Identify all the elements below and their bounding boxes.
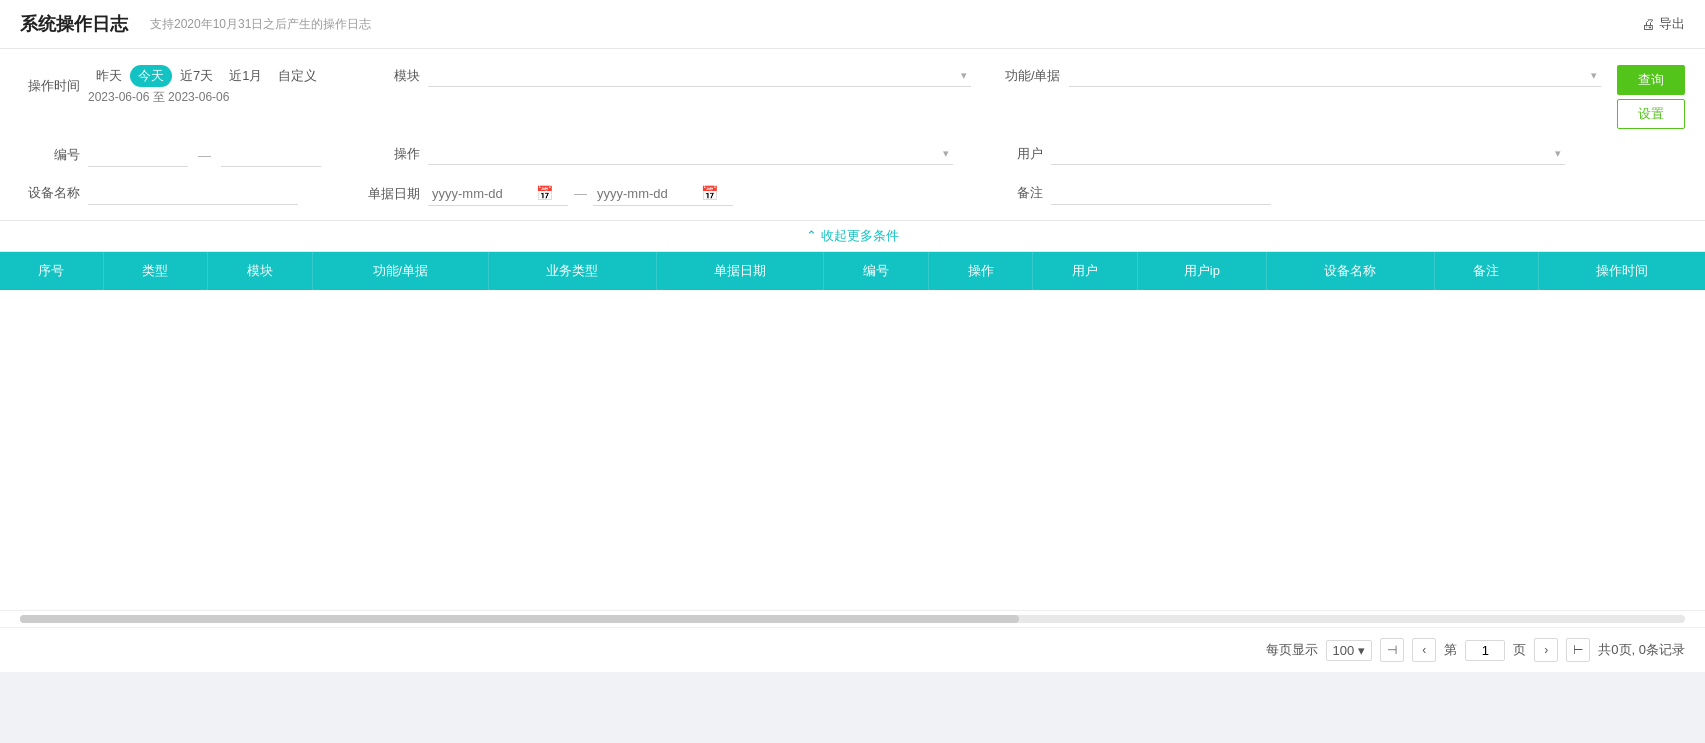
col-operation: 操作	[928, 252, 1032, 290]
user-filter: 用户 ▾	[973, 143, 1566, 165]
module-select[interactable]: ▾	[428, 65, 971, 87]
operation-select[interactable]: ▾	[428, 143, 953, 165]
module-label: 模块	[360, 67, 420, 85]
calendar-icon-to[interactable]: 📅	[701, 185, 718, 201]
page-label: 第	[1444, 641, 1457, 659]
date-to-wrap: 📅	[593, 181, 733, 206]
number-input-from[interactable]	[88, 143, 188, 167]
last-page-button[interactable]: ⊢	[1566, 638, 1590, 662]
col-op-time: 操作时间	[1538, 252, 1705, 290]
page-number-input[interactable]	[1465, 640, 1505, 661]
per-page-select[interactable]: 100 ▾	[1326, 640, 1373, 661]
next-page-button[interactable]: ›	[1534, 638, 1558, 662]
first-page-button[interactable]: ⊣	[1380, 638, 1404, 662]
device-filter: 设备名称	[20, 181, 340, 205]
user-label: 用户	[973, 145, 1043, 163]
operation-label: 操作	[360, 145, 420, 163]
col-number: 编号	[824, 252, 928, 290]
table-area: 序号 类型 模块 功能/单据 业务类型 单据日期 编号 操作 用户 用户ip 设…	[0, 252, 1705, 610]
date-sep: —	[574, 186, 587, 201]
col-user-ip: 用户ip	[1137, 252, 1266, 290]
header-row: 序号 类型 模块 功能/单据 业务类型 单据日期 编号 操作 用户 用户ip 设…	[0, 252, 1705, 290]
chevron-down-icon-2: ▾	[1591, 69, 1597, 82]
time-options-row: 昨天 今天 近7天 近1月 自定义	[88, 65, 325, 87]
chevron-down-icon-3: ▾	[943, 147, 949, 160]
time-label: 操作时间	[20, 77, 80, 95]
export-label: 导出	[1659, 15, 1685, 33]
number-input-wrap: —	[88, 143, 340, 167]
function-label: 功能/单据	[991, 67, 1061, 85]
page-header: 系统操作日志 支持2020年10月31日之后产生的操作日志 🖨 导出	[0, 0, 1705, 49]
per-page-value: 100	[1333, 643, 1355, 658]
remark-label: 备注	[973, 184, 1043, 202]
time-btn-1month[interactable]: 近1月	[221, 65, 270, 87]
export-icon: 🖨	[1641, 16, 1655, 32]
col-module: 模块	[208, 252, 312, 290]
horizontal-scrollbar[interactable]	[20, 615, 1685, 623]
time-btn-custom[interactable]: 自定义	[270, 65, 325, 87]
time-btn-today[interactable]: 今天	[130, 65, 172, 87]
time-filter: 操作时间 昨天 今天 近7天 近1月 自定义 2023-06-06 至 2023…	[20, 65, 340, 106]
number-label: 编号	[20, 146, 80, 164]
filter-row-1: 操作时间 昨天 今天 近7天 近1月 自定义 2023-06-06 至 2023…	[20, 65, 1685, 129]
date-from-input[interactable]	[432, 186, 532, 201]
device-label: 设备名称	[20, 184, 80, 202]
query-button[interactable]: 查询	[1617, 65, 1685, 95]
time-date-range: 2023-06-06 至 2023-06-06	[88, 89, 325, 106]
time-btn-yesterday[interactable]: 昨天	[88, 65, 130, 87]
time-btn-7days[interactable]: 近7天	[172, 65, 221, 87]
time-group: 昨天 今天 近7天 近1月 自定义 2023-06-06 至 2023-06-0…	[88, 65, 325, 106]
col-voucher-date: 单据日期	[656, 252, 824, 290]
data-table: 序号 类型 模块 功能/单据 业务类型 单据日期 编号 操作 用户 用户ip 设…	[0, 252, 1705, 290]
number-dash: —	[198, 148, 211, 163]
filter-row-2: 编号 — 操作 ▾ 用户 ▾	[20, 143, 1685, 167]
user-select[interactable]: ▾	[1051, 143, 1566, 165]
pagination-bar: 每页显示 100 ▾ ⊣ ‹ 第 页 › ⊢ 共0页, 0条记录	[0, 627, 1705, 672]
collapse-icon: ⌃	[806, 228, 821, 243]
device-input[interactable]	[88, 181, 298, 205]
per-page-label: 每页显示	[1266, 641, 1318, 659]
function-select[interactable]: ▾	[1069, 65, 1602, 87]
col-device: 设备名称	[1266, 252, 1434, 290]
action-buttons: 查询 设置	[1601, 65, 1685, 129]
number-filter: 编号 —	[20, 143, 340, 167]
action-btn-group: 查询 设置	[1617, 65, 1685, 129]
remark-filter: 备注	[973, 181, 1566, 205]
prev-page-button[interactable]: ‹	[1412, 638, 1436, 662]
page-subtitle: 支持2020年10月31日之后产生的操作日志	[150, 16, 371, 33]
table-header: 序号 类型 模块 功能/单据 业务类型 单据日期 编号 操作 用户 用户ip 设…	[0, 252, 1705, 290]
number-input-to[interactable]	[221, 143, 321, 167]
col-seq: 序号	[0, 252, 103, 290]
calendar-icon-from[interactable]: 📅	[536, 185, 553, 201]
chevron-down-icon-4: ▾	[1555, 147, 1561, 160]
date-to-input[interactable]	[597, 186, 697, 201]
setting-button[interactable]: 设置	[1617, 99, 1685, 129]
operation-filter: 操作 ▾	[360, 143, 953, 165]
collapse-bar[interactable]: ⌃ 收起更多条件	[0, 221, 1705, 252]
col-biz-type: 业务类型	[489, 252, 657, 290]
function-filter: 功能/单据 ▾	[991, 65, 1602, 87]
export-button[interactable]: 🖨 导出	[1641, 15, 1685, 33]
page-title: 系统操作日志	[20, 12, 128, 36]
scrollbar-area	[0, 610, 1705, 627]
empty-state	[0, 290, 1705, 610]
module-filter: 模块 ▾	[360, 65, 971, 87]
col-remark: 备注	[1434, 252, 1538, 290]
scrollbar-thumb[interactable]	[20, 615, 1019, 623]
col-type: 类型	[103, 252, 207, 290]
filter-area: 操作时间 昨天 今天 近7天 近1月 自定义 2023-06-06 至 2023…	[0, 49, 1705, 221]
page-unit: 页	[1513, 641, 1526, 659]
remark-input[interactable]	[1051, 181, 1271, 205]
total-text: 共0页, 0条记录	[1598, 641, 1685, 659]
collapse-label: 收起更多条件	[821, 228, 899, 243]
chevron-down-icon-5: ▾	[1358, 643, 1365, 658]
filter-row-3: 设备名称 单据日期 📅 — 📅 备注	[20, 181, 1685, 206]
date-from-wrap: 📅	[428, 181, 568, 206]
col-user: 用户	[1033, 252, 1137, 290]
col-function: 功能/单据	[312, 252, 488, 290]
voucher-date-label: 单据日期	[360, 185, 420, 203]
voucher-date-filter: 单据日期 📅 — 📅	[360, 181, 953, 206]
chevron-down-icon: ▾	[961, 69, 967, 82]
